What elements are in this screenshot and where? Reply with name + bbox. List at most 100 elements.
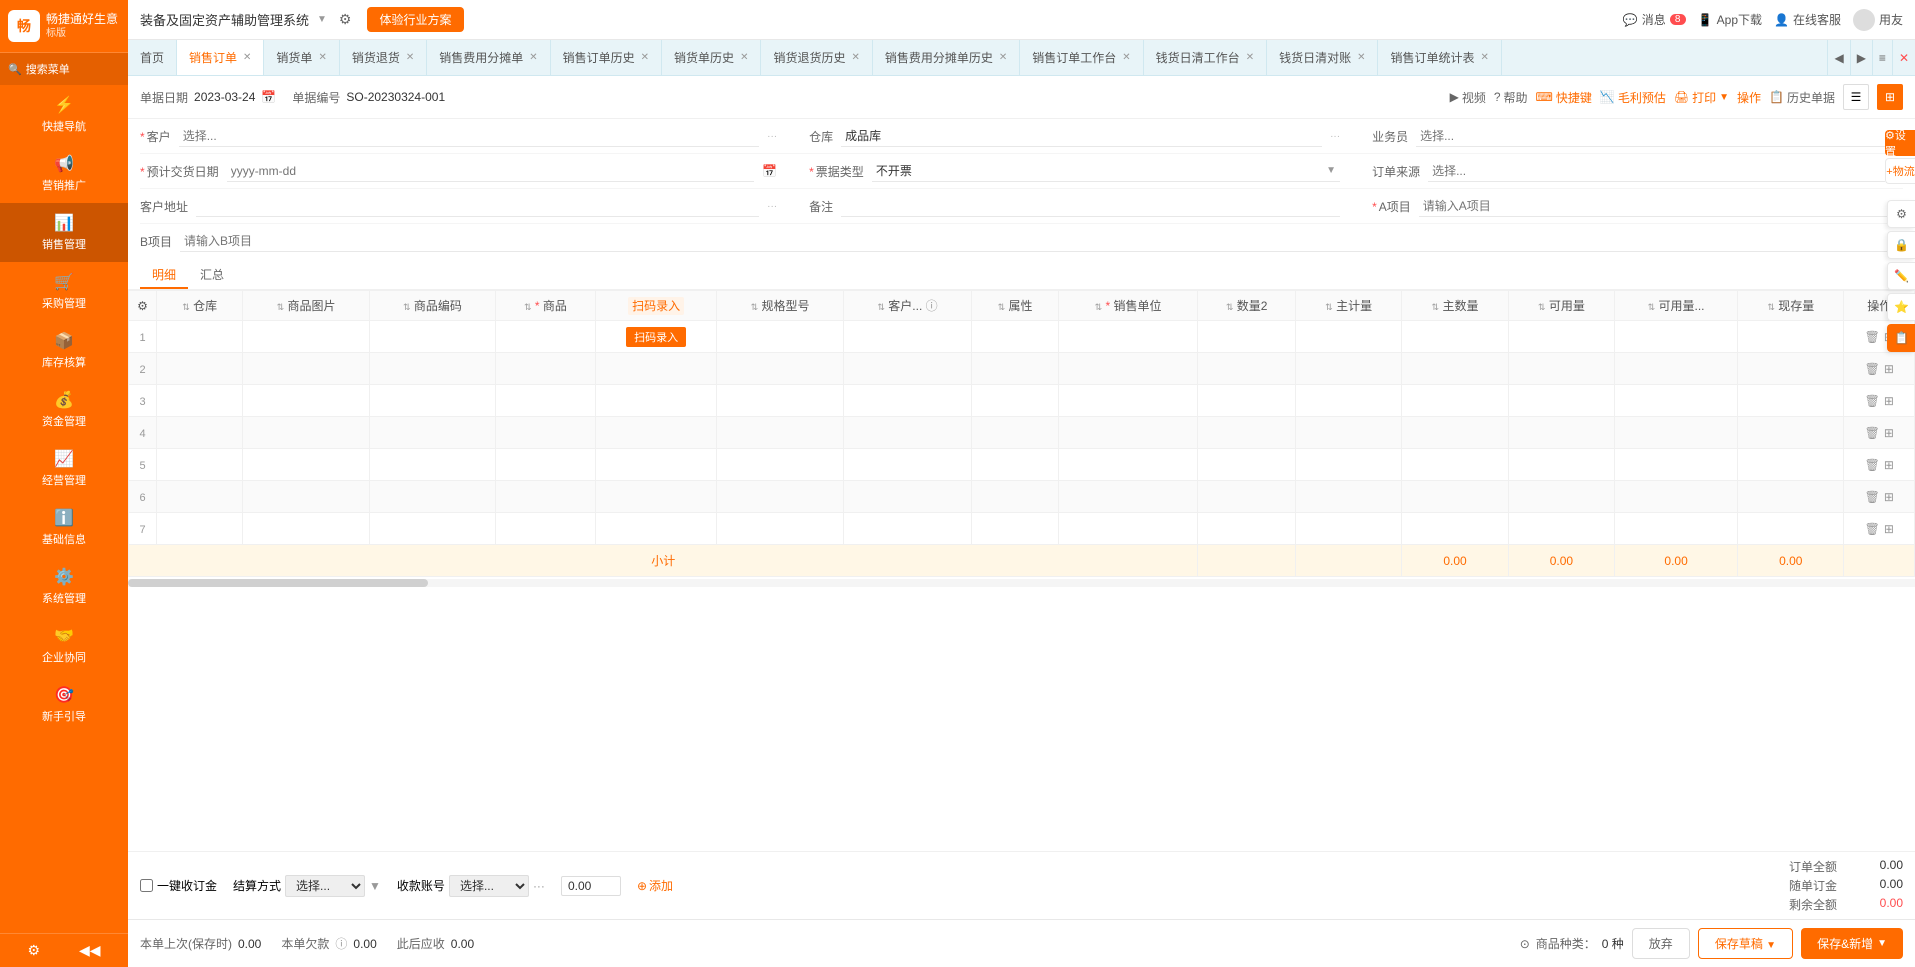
right-panel-btn-5[interactable]: 📋 [1887, 324, 1915, 352]
tab-close-icon[interactable]: ✕ [1122, 52, 1130, 63]
spec-cell[interactable] [717, 417, 843, 449]
col-gear-header[interactable]: ⚙ [129, 291, 157, 321]
row-actions-cell[interactable]: 🗑 ⊞ [1844, 449, 1915, 481]
shortcut-btn[interactable]: ⌨ 快捷键 [1536, 89, 1592, 106]
view-video-btn[interactable]: ▶ 视频 [1450, 89, 1486, 106]
scan-input-button[interactable]: 扫码录入 [626, 327, 686, 347]
col-product-image-header[interactable]: ⇅ 商品图片 [243, 291, 369, 321]
tab-close-icon[interactable]: ✕ [1246, 52, 1254, 63]
product-image-cell[interactable] [243, 417, 369, 449]
print-btn[interactable]: 🖨 打印 ▼ [1674, 89, 1729, 106]
product-image-cell[interactable] [243, 449, 369, 481]
sales-unit-cell[interactable] [1058, 481, 1198, 513]
view-toggle-btn[interactable]: ☰ [1843, 84, 1869, 110]
collapse-icon[interactable]: ◀◀ [79, 942, 101, 959]
delete-row-icon[interactable]: 🗑 [1865, 490, 1880, 504]
available-qty-cell[interactable] [1508, 321, 1614, 353]
one-click-deposit-input[interactable] [140, 879, 153, 892]
product-cell[interactable] [496, 481, 596, 513]
tab-expense-history[interactable]: 销售费用分摊单历史 ✕ [873, 40, 1020, 76]
tab-close-icon[interactable]: ✕ [406, 52, 414, 63]
product-image-cell[interactable] [243, 513, 369, 545]
customer-code-cell[interactable] [843, 449, 972, 481]
scrollbar-thumb[interactable] [128, 579, 428, 587]
order-source-input[interactable] [1428, 160, 1885, 182]
qty2-cell[interactable] [1198, 513, 1296, 545]
main-unit-cell[interactable] [1295, 353, 1401, 385]
b-project-text-input[interactable] [184, 234, 1556, 248]
main-qty-cell[interactable] [1402, 449, 1508, 481]
product-image-cell[interactable] [243, 481, 369, 513]
available-qty2-cell[interactable] [1615, 353, 1738, 385]
customer-code-cell[interactable] [843, 321, 972, 353]
user-item[interactable]: 用友 [1853, 9, 1903, 31]
sidebar-item-guide[interactable]: 🎯 新手引导 [0, 675, 128, 734]
memo-input[interactable] [841, 195, 1340, 217]
sales-unit-cell[interactable] [1058, 385, 1198, 417]
attribute-cell[interactable] [972, 385, 1058, 417]
warehouse-cell[interactable] [157, 385, 243, 417]
sidebar-item-system[interactable]: ⚙️ 系统管理 [0, 557, 128, 616]
col-warehouse-header[interactable]: ⇅ 仓库 [157, 291, 243, 321]
main-unit-cell[interactable] [1295, 385, 1401, 417]
settings-icon[interactable]: ⚙ [27, 942, 40, 959]
available-qty-cell[interactable] [1508, 353, 1614, 385]
copy-row-icon[interactable]: ⊞ [1884, 426, 1894, 440]
col-attribute-header[interactable]: ⇅ 属性 [972, 291, 1058, 321]
sales-unit-cell[interactable] [1058, 513, 1198, 545]
horizontal-scrollbar[interactable] [128, 579, 1915, 587]
a-project-input[interactable] [1419, 195, 1903, 217]
copy-row-icon[interactable]: ⊞ [1884, 394, 1894, 408]
col-product-header[interactable]: ⇅ * 商品 [496, 291, 596, 321]
available-qty2-cell[interactable] [1615, 513, 1738, 545]
main-qty-cell[interactable] [1402, 321, 1508, 353]
main-qty-cell[interactable] [1402, 353, 1508, 385]
spec-cell[interactable] [717, 353, 843, 385]
save-draft-button[interactable]: 保存草稿 ▼ [1698, 928, 1793, 959]
available-qty2-cell[interactable] [1615, 417, 1738, 449]
sales-unit-cell[interactable] [1058, 417, 1198, 449]
warehouse-cell[interactable] [157, 417, 243, 449]
col-main-unit-header[interactable]: ⇅ 主计量 [1295, 291, 1401, 321]
scan-cell[interactable] [595, 417, 717, 449]
current-qty-cell[interactable] [1738, 417, 1844, 449]
scan-cell[interactable] [595, 353, 717, 385]
product-code-cell[interactable] [369, 481, 495, 513]
col-available-qty-header[interactable]: ⇅ 可用量 [1508, 291, 1614, 321]
product-image-cell[interactable] [243, 321, 369, 353]
tab-close-all-icon[interactable]: ✕ [1892, 40, 1915, 76]
product-code-cell[interactable] [369, 513, 495, 545]
spec-cell[interactable] [717, 449, 843, 481]
order-source-select-input[interactable] [1432, 164, 1881, 178]
help-btn[interactable]: ? 帮助 [1494, 89, 1528, 106]
product-cell[interactable] [496, 417, 596, 449]
warehouse-value[interactable]: 成品库 [841, 125, 1322, 147]
spec-cell[interactable] [717, 321, 843, 353]
tab-daily-reconcile[interactable]: 钱货日清对账 ✕ [1267, 40, 1378, 76]
delete-row-icon[interactable]: 🗑 [1865, 362, 1880, 376]
customer-address-input[interactable] [196, 195, 759, 217]
qty2-cell[interactable] [1198, 449, 1296, 481]
qty2-cell[interactable] [1198, 321, 1296, 353]
main-unit-cell[interactable] [1295, 321, 1401, 353]
product-cell[interactable] [496, 321, 596, 353]
sales-unit-cell[interactable] [1058, 449, 1198, 481]
delivery-date-input[interactable] [227, 160, 754, 182]
settlement-select[interactable]: 选择... [285, 875, 365, 897]
col-sales-unit-header[interactable]: ⇅ * 销售单位 [1058, 291, 1198, 321]
right-panel-btn-3[interactable]: ✏️ [1887, 262, 1915, 290]
delete-row-icon[interactable]: 🗑 [1865, 458, 1880, 472]
discard-button[interactable]: 放弃 [1632, 928, 1690, 959]
available-qty-cell[interactable] [1508, 513, 1614, 545]
current-qty-cell[interactable] [1738, 449, 1844, 481]
message-item[interactable]: 💬 消息 8 [1623, 11, 1686, 28]
spec-cell[interactable] [717, 385, 843, 417]
tab-close-icon[interactable]: ✕ [243, 52, 251, 63]
a-project-text-input[interactable] [1423, 199, 1899, 213]
scan-cell[interactable]: 扫码录入 [595, 321, 717, 353]
available-qty-cell[interactable] [1508, 417, 1614, 449]
sidebar-item-marketing[interactable]: 📢 营销推广 [0, 144, 128, 203]
warehouse-cell[interactable] [157, 481, 243, 513]
product-cell[interactable] [496, 513, 596, 545]
sidebar-item-enterprise[interactable]: 🤝 企业协同 [0, 616, 128, 675]
